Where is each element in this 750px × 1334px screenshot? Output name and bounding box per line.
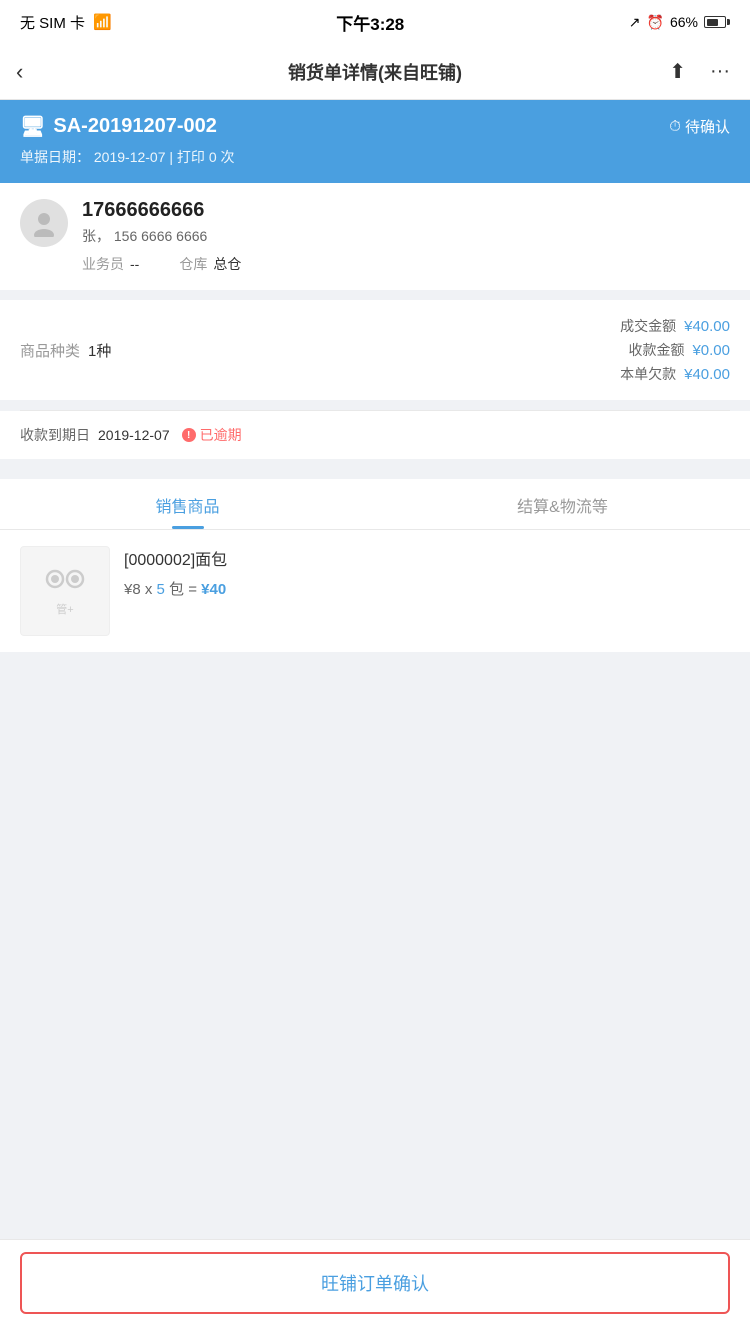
nav-actions: ⬆ ··· [665, 55, 734, 88]
tab-sales-products[interactable]: 销售商品 [0, 479, 375, 529]
due-date: 2019-12-07 [98, 427, 170, 443]
nav-bar: ‹ 销货单详情(来自旺铺) ⬆ ··· [0, 44, 750, 100]
product-info: [0000002]面包 ¥8 x 5 包 = ¥40 [124, 546, 730, 599]
avatar [20, 199, 68, 247]
status-bar: 无 SIM 卡 📶 下午3:28 ↗ ⏰ 66% [0, 0, 750, 44]
order-header-card: 🖥 SA-20191207-002 ⏱ 待确认 单据日期： 2019-12-07… [0, 100, 750, 183]
tabs-container: 销售商品 结算&物流等 [0, 479, 750, 530]
salesman-value: -- [130, 256, 139, 272]
status-left: 无 SIM 卡 📶 [20, 12, 112, 33]
location-icon: ↗ [629, 14, 641, 31]
product-section: 管+ [0000002]面包 ¥8 x 5 包 = ¥40 [0, 530, 750, 652]
overdue-badge: ! 已逾期 [182, 425, 242, 445]
bottom-bar: 旺铺订单确认 [0, 1239, 750, 1334]
overdue-text: 已逾期 [200, 425, 242, 445]
type-value: 1种 [88, 340, 111, 361]
bottom-spacer [0, 862, 750, 952]
customer-name: 张， 156 6666 6666 [82, 226, 730, 246]
back-button[interactable]: ‹ [8, 51, 31, 93]
logo-eyes-icon [43, 565, 87, 599]
customer-meta: 业务员 -- 仓库 总仓 [82, 254, 730, 274]
received-label: 收款金额 [628, 340, 684, 360]
warehouse-value: 总仓 [213, 254, 241, 274]
alarm-icon: ⏰ [647, 14, 664, 31]
product-qty: 5 [157, 581, 165, 598]
battery-percent: 66% [670, 14, 698, 30]
customer-phone: 17666666666 [82, 199, 730, 222]
empty-area [0, 662, 750, 862]
battery-icon [704, 16, 730, 28]
warehouse-label: 仓库 [179, 254, 207, 274]
share-button[interactable]: ⬆ [665, 55, 690, 88]
page-title: 销货单详情(来自旺铺) [288, 59, 462, 85]
logo-text: 管+ [56, 601, 73, 617]
type-label: 商品种类 [20, 340, 80, 361]
summary-section: 商品种类 1种 成交金额 ¥40.00 收款金额 ¥0.00 本单欠款 ¥40.… [0, 300, 750, 400]
order-status-badge: ⏱ 待确认 [669, 116, 730, 137]
divider-2 [0, 469, 750, 479]
tab-settlement[interactable]: 结算&物流等 [375, 479, 750, 529]
customer-info: 17666666666 张， 156 6666 6666 业务员 -- 仓库 总… [82, 199, 730, 274]
salesman-label: 业务员 [82, 254, 124, 274]
status-clock-icon: ⏱ [669, 118, 681, 135]
status-time: 下午3:28 [336, 10, 404, 35]
owed-value: ¥40.00 [684, 366, 730, 383]
product-name: [0000002]面包 [124, 546, 730, 570]
due-label: 收款到期日 [20, 425, 90, 445]
status-right: ↗ ⏰ 66% [629, 14, 730, 31]
received-value: ¥0.00 [692, 342, 730, 359]
amount-label: 成交金额 [620, 316, 676, 336]
product-item: 管+ [0000002]面包 ¥8 x 5 包 = ¥40 [20, 546, 730, 636]
owed-label: 本单欠款 [620, 364, 676, 384]
product-price: ¥8 x 5 包 = ¥40 [124, 578, 730, 599]
customer-section: 17666666666 张， 156 6666 6666 业务员 -- 仓库 总… [0, 183, 750, 290]
product-image: 管+ [20, 546, 110, 636]
overdue-dot-icon: ! [182, 428, 196, 442]
product-total: ¥40 [201, 581, 226, 598]
divider-1 [0, 290, 750, 300]
wifi-icon: 📶 [93, 13, 112, 31]
due-section: 收款到期日 2019-12-07 ! 已逾期 [0, 411, 750, 459]
confirm-order-button[interactable]: 旺铺订单确认 [20, 1252, 730, 1314]
summary-right: 成交金额 ¥40.00 收款金额 ¥0.00 本单欠款 ¥40.00 [620, 316, 730, 384]
order-meta: 单据日期： 2019-12-07 | 打印 0 次 [20, 147, 730, 167]
amount-value: ¥40.00 [684, 318, 730, 335]
more-button[interactable]: ··· [706, 56, 734, 87]
order-icon: 🖥 [20, 114, 45, 139]
order-number: 🖥 SA-20191207-002 [20, 114, 217, 139]
carrier-text: 无 SIM 卡 [20, 12, 85, 33]
